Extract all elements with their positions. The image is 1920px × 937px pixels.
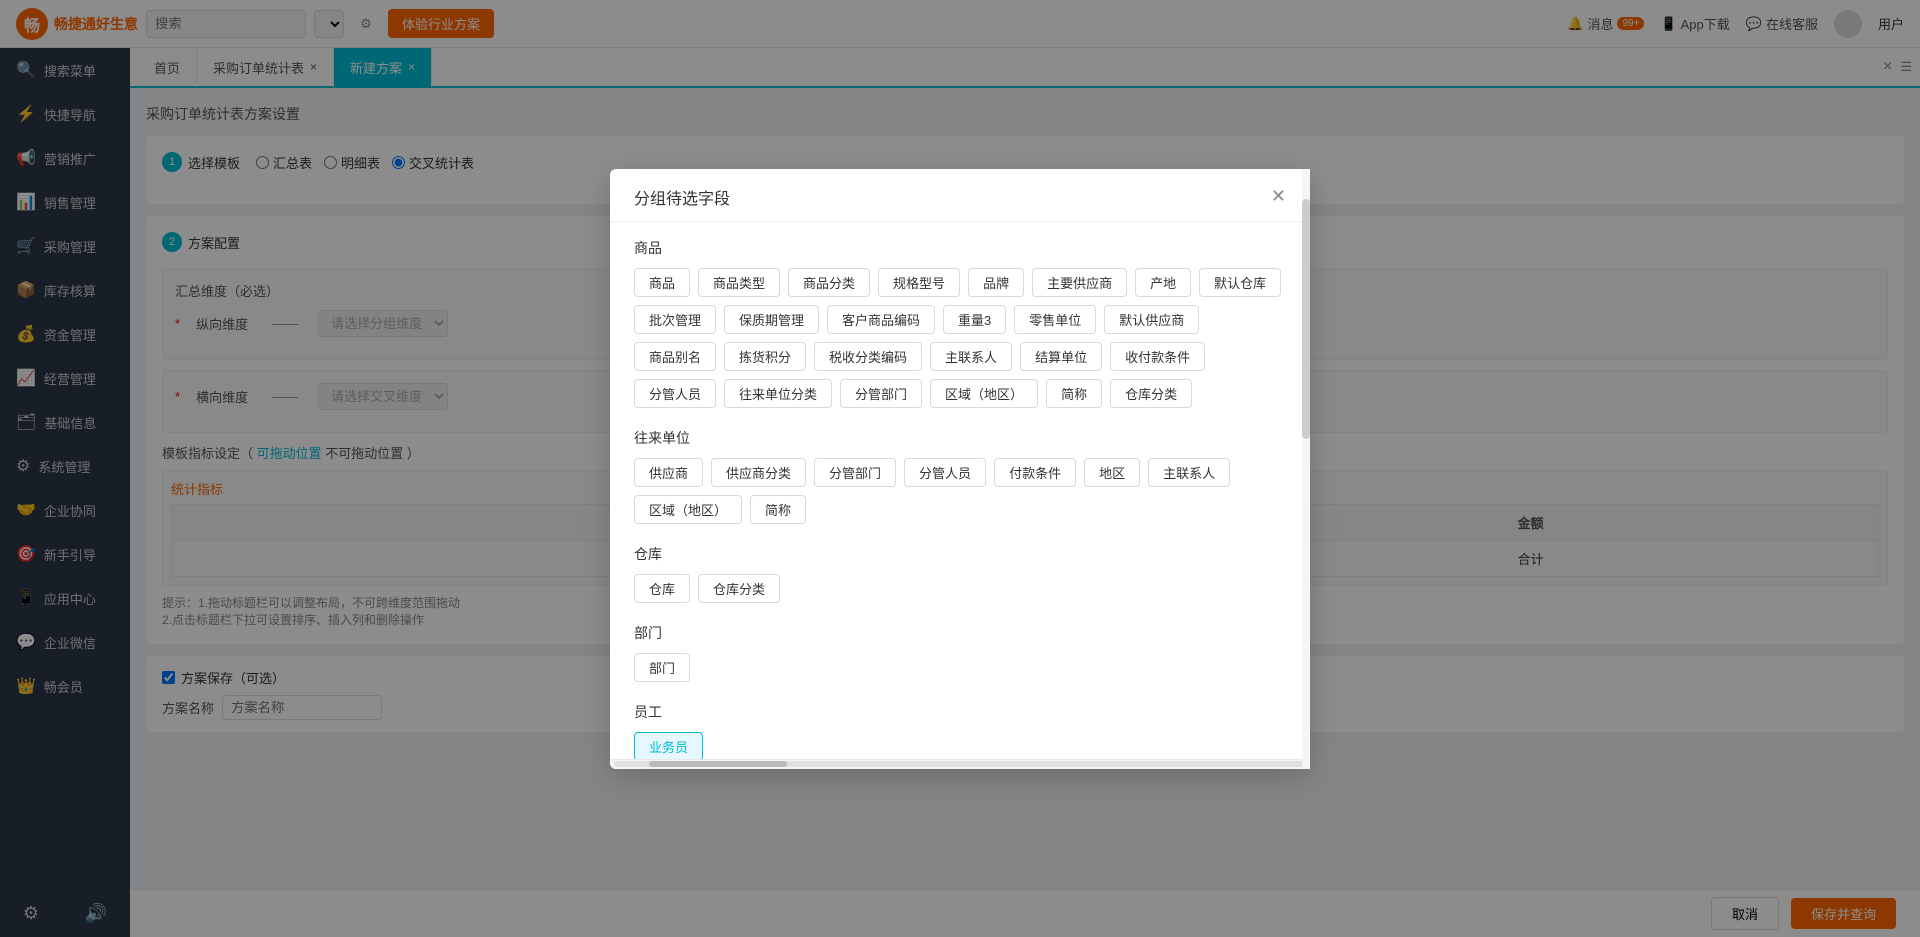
- field-tag[interactable]: 仓库: [634, 574, 690, 603]
- field-tag[interactable]: 税收分类编码: [814, 342, 922, 371]
- field-tags-仓库: 仓库仓库分类: [634, 574, 1286, 603]
- field-tag[interactable]: 简称: [1046, 379, 1102, 408]
- modal: 分组待选字段 ✕ 商品商品商品类型商品分类规格型号品牌主要供应商产地默认仓库批次…: [610, 169, 1310, 769]
- field-tag[interactable]: 默认仓库: [1199, 268, 1281, 297]
- field-tag[interactable]: 简称: [750, 495, 806, 524]
- field-tags-商品: 商品商品类型商品分类规格型号品牌主要供应商产地默认仓库批次管理保质期管理客户商品…: [634, 268, 1286, 408]
- section-title: 商品: [634, 238, 1286, 258]
- field-tag[interactable]: 地区: [1084, 458, 1140, 487]
- section-title: 仓库: [634, 544, 1286, 564]
- field-tag[interactable]: 批次管理: [634, 305, 716, 334]
- scrollbar-thumb[interactable]: [649, 761, 787, 767]
- field-tag[interactable]: 零售单位: [1014, 305, 1096, 334]
- modal-section-仓库: 仓库仓库仓库分类: [634, 544, 1286, 603]
- field-tag[interactable]: 供应商: [634, 458, 703, 487]
- modal-title: 分组待选字段: [634, 185, 730, 209]
- modal-section-员工: 员工业务员: [634, 702, 1286, 759]
- field-tag[interactable]: 区域（地区）: [930, 379, 1038, 408]
- modal-section-商品: 商品商品商品类型商品分类规格型号品牌主要供应商产地默认仓库批次管理保质期管理客户…: [634, 238, 1286, 408]
- field-tag[interactable]: 往来单位分类: [724, 379, 832, 408]
- field-tag[interactable]: 重量3: [943, 305, 1006, 334]
- field-tag[interactable]: 商品分类: [788, 268, 870, 297]
- field-tag[interactable]: 供应商分类: [711, 458, 806, 487]
- field-tags-部门: 部门: [634, 653, 1286, 682]
- modal-body: 商品商品商品类型商品分类规格型号品牌主要供应商产地默认仓库批次管理保质期管理客户…: [610, 222, 1310, 759]
- modal-close-icon[interactable]: ✕: [1271, 186, 1286, 207]
- field-tag[interactable]: 分管部门: [814, 458, 896, 487]
- field-tag[interactable]: 仓库分类: [1110, 379, 1192, 408]
- field-tags-往来单位: 供应商供应商分类分管部门分管人员付款条件地区主联系人区域（地区） 简称: [634, 458, 1286, 524]
- field-tag[interactable]: 默认供应商: [1104, 305, 1199, 334]
- field-tag[interactable]: 客户商品编码: [827, 305, 935, 334]
- field-tag[interactable]: 分管人员: [634, 379, 716, 408]
- field-tag[interactable]: 规格型号: [878, 268, 960, 297]
- modal-section-往来单位: 往来单位供应商供应商分类分管部门分管人员付款条件地区主联系人区域（地区） 简称: [634, 428, 1286, 524]
- section-title: 往来单位: [634, 428, 1286, 448]
- field-tag[interactable]: 分管人员: [904, 458, 986, 487]
- field-tag[interactable]: 仓库分类: [698, 574, 780, 603]
- field-tag[interactable]: 主要供应商: [1032, 268, 1127, 297]
- field-tag[interactable]: 分管部门: [840, 379, 922, 408]
- field-tag[interactable]: 付款条件: [994, 458, 1076, 487]
- field-tag[interactable]: 品牌: [968, 268, 1024, 297]
- field-tag[interactable]: 产地: [1135, 268, 1191, 297]
- field-tag[interactable]: 主联系人: [1148, 458, 1230, 487]
- modal-section-部门: 部门部门: [634, 623, 1286, 682]
- field-tag[interactable]: 结算单位: [1020, 342, 1102, 371]
- modal-header: 分组待选字段 ✕: [610, 169, 1310, 222]
- field-tag[interactable]: 保质期管理: [724, 305, 819, 334]
- field-tag[interactable]: 收付款条件: [1110, 342, 1205, 371]
- section-title: 部门: [634, 623, 1286, 643]
- field-tag[interactable]: 业务员: [634, 732, 703, 759]
- field-tags-员工: 业务员: [634, 732, 1286, 759]
- field-tag[interactable]: 商品别名: [634, 342, 716, 371]
- field-tag[interactable]: 区域（地区）: [634, 495, 742, 524]
- field-tag[interactable]: 拣货积分: [724, 342, 806, 371]
- modal-vertical-scrollbar[interactable]: [1302, 169, 1310, 769]
- field-tag[interactable]: 主联系人: [930, 342, 1012, 371]
- field-tag[interactable]: 商品类型: [698, 268, 780, 297]
- scrollbar-track: [614, 761, 1306, 767]
- modal-scrollbar: [610, 759, 1310, 769]
- field-tag[interactable]: 部门: [634, 653, 690, 682]
- field-tag[interactable]: 商品: [634, 268, 690, 297]
- modal-overlay: 分组待选字段 ✕ 商品商品商品类型商品分类规格型号品牌主要供应商产地默认仓库批次…: [0, 0, 1920, 937]
- section-title: 员工: [634, 702, 1286, 722]
